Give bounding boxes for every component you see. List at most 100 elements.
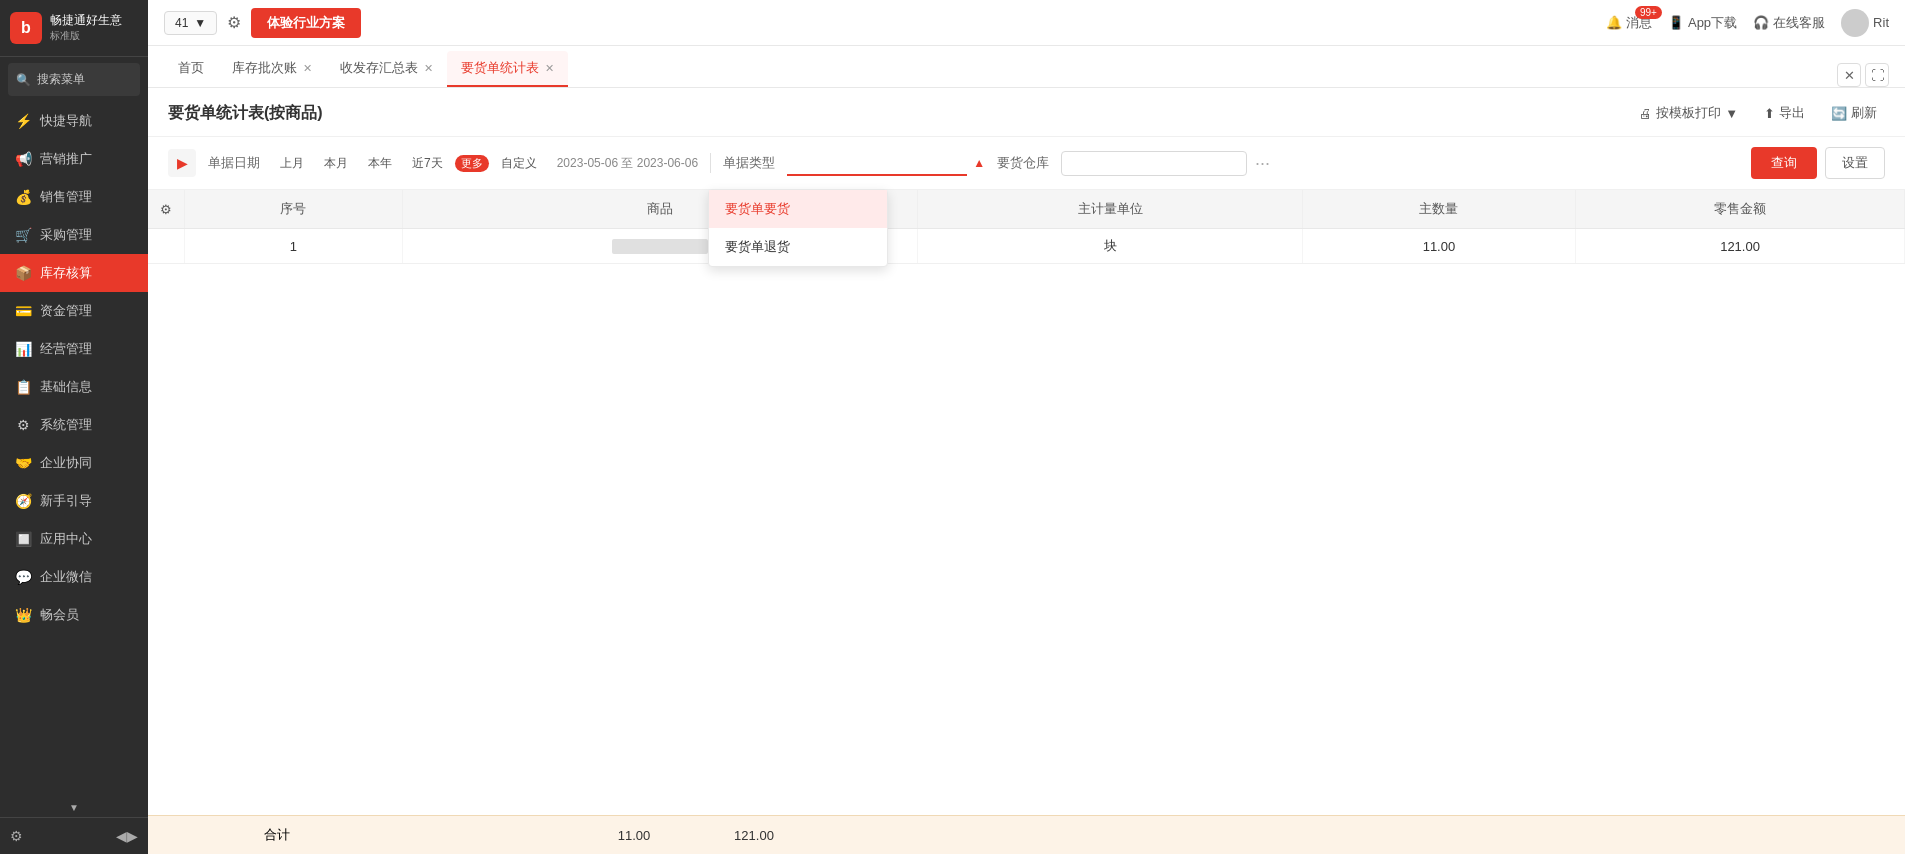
table-footer: 合计 11.00 121.00 (148, 815, 1905, 854)
query-btn[interactable]: 查询 (1751, 147, 1817, 179)
sidebar-nav: ⚡ 快捷导航 📢 营销推广 💰 销售管理 🛒 采购管理 📦 库存核算 💳 资金管… (0, 102, 148, 797)
search-menu-label: 搜索菜单 (37, 71, 85, 88)
page-title: 要货单统计表(按商品) (168, 103, 323, 124)
app-download-btn[interactable]: 📱 App下载 (1668, 14, 1737, 32)
page-header: 要货单统计表(按商品) 🖨 按模板打印 ▼ ⬆ 导出 🔄 刷新 (148, 88, 1905, 137)
phone-icon: 📱 (1668, 15, 1684, 30)
search-menu[interactable]: 🔍 搜索菜单 (8, 63, 140, 96)
sidebar-item-label: 系统管理 (40, 416, 92, 434)
tab-expand-area: ✕ ⛶ (1833, 63, 1889, 87)
date-btn-this-year[interactable]: 本年 (360, 152, 400, 175)
company-dropdown-icon: ▼ (194, 16, 206, 30)
sidebar-item-operation[interactable]: 📊 经营管理 (0, 330, 148, 368)
more-filter-icon[interactable]: ··· (1255, 153, 1270, 174)
sidebar-scroll-down[interactable]: ▼ (0, 797, 148, 817)
sidebar-item-purchase[interactable]: 🛒 采购管理 (0, 216, 148, 254)
export-btn[interactable]: ⬆ 导出 (1756, 100, 1813, 126)
company-number: 41 (175, 16, 188, 30)
company-select[interactable]: 41 ▼ (164, 11, 217, 35)
th-settings[interactable]: ⚙ (148, 190, 185, 229)
sidebar-item-guide[interactable]: 🧭 新手引导 (0, 482, 148, 520)
tab-close-all-btn[interactable]: ✕ (1837, 63, 1861, 87)
tabs-bar: 首页 库存批次账 ✕ 收发存汇总表 ✕ 要货单统计表 ✕ ✕ ⛶ (148, 46, 1905, 88)
dropdown-item-order-return[interactable]: 要货单退货 (709, 228, 887, 266)
th-unit: 主计量单位 (918, 190, 1302, 229)
online-support-btn[interactable]: 🎧 在线客服 (1753, 14, 1825, 32)
sidebar-item-sales[interactable]: 💰 销售管理 (0, 178, 148, 216)
user-name: Rit (1873, 15, 1889, 30)
cooperation-icon: 🤝 (14, 454, 32, 472)
print-label: 按模板打印 (1656, 104, 1721, 122)
sidebar-item-label: 资金管理 (40, 302, 92, 320)
footer-amount: 121.00 (694, 828, 814, 843)
sidebar-item-vip[interactable]: 👑 畅会员 (0, 596, 148, 634)
tab-invoice-summary[interactable]: 收发存汇总表 ✕ (326, 51, 447, 87)
date-btn-custom[interactable]: 自定义 (493, 152, 545, 175)
tab-batch-account-close[interactable]: ✕ (303, 62, 312, 75)
sidebar-item-label: 库存核算 (40, 264, 92, 282)
export-label: 导出 (1779, 104, 1805, 122)
tab-fullscreen-btn[interactable]: ⛶ (1865, 63, 1889, 87)
sidebar-item-label: 基础信息 (40, 378, 92, 396)
messages-btn[interactable]: 🔔 消息 99+ (1606, 14, 1652, 32)
set-btn[interactable]: 设置 (1825, 147, 1885, 179)
tab-home[interactable]: 首页 (164, 51, 218, 87)
sidebar-logo: b 畅捷通好生意 标准版 (0, 0, 148, 57)
dropdown-item-order-in[interactable]: 要货单要货 (709, 190, 887, 228)
sidebar-item-quick-nav[interactable]: ⚡ 快捷导航 (0, 102, 148, 140)
th-quantity: 主数量 (1302, 190, 1575, 229)
sidebar-item-label: 企业协同 (40, 454, 92, 472)
user-menu[interactable]: Rit (1841, 9, 1889, 37)
column-settings-icon[interactable]: ⚙ (160, 202, 172, 217)
basic-info-icon: 📋 (14, 378, 32, 396)
sidebar-item-label: 销售管理 (40, 188, 92, 206)
sidebar-item-label: 经营管理 (40, 340, 92, 358)
warehouse-select-input[interactable] (1061, 151, 1247, 176)
bell-icon: 🔔 (1606, 15, 1622, 30)
date-btn-this-month[interactable]: 本月 (316, 152, 356, 175)
print-btn[interactable]: 🖨 按模板打印 ▼ (1631, 100, 1746, 126)
sidebar-item-basic-info[interactable]: 📋 基础信息 (0, 368, 148, 406)
data-table: ⚙ 序号 商品 主计量单位 主数量 零售金额 1 ██████ ████ 块 (148, 190, 1905, 264)
tab-batch-account[interactable]: 库存批次账 ✕ (218, 51, 326, 87)
date-more-badge[interactable]: 更多 (455, 155, 489, 172)
sidebar-item-system[interactable]: ⚙ 系统管理 (0, 406, 148, 444)
sidebar-item-label: 采购管理 (40, 226, 92, 244)
th-no: 序号 (185, 190, 403, 229)
filter-bar: ▶ 单据日期 上月 本月 本年 近7天 更多 自定义 2023-05-06 至 … (148, 137, 1905, 190)
app-center-icon: 🔲 (14, 530, 32, 548)
sales-icon: 💰 (14, 188, 32, 206)
sidebar-settings-icon[interactable]: ⚙ (10, 828, 23, 844)
refresh-btn[interactable]: 🔄 刷新 (1823, 100, 1885, 126)
sidebar-item-enterprise-wechat[interactable]: 💬 企业微信 (0, 558, 148, 596)
tab-order-stats-close[interactable]: ✕ (545, 62, 554, 75)
tab-order-stats[interactable]: 要货单统计表 ✕ (447, 51, 568, 87)
type-select-arrow[interactable]: ▲ (973, 156, 985, 170)
date-btn-last-7-days[interactable]: 近7天 (404, 152, 451, 175)
table-row: 1 ██████ ████ 块 11.00 121.00 (148, 229, 1905, 264)
sidebar-collapse-icon[interactable]: ◀▶ (116, 828, 138, 844)
sidebar-item-marketing[interactable]: 📢 营销推广 (0, 140, 148, 178)
headset-icon: 🎧 (1753, 15, 1769, 30)
sidebar-item-app-center[interactable]: 🔲 应用中心 (0, 520, 148, 558)
sidebar-item-label: 新手引导 (40, 492, 92, 510)
sidebar-item-cooperation[interactable]: 🤝 企业协同 (0, 444, 148, 482)
print-icon: 🖨 (1639, 106, 1652, 121)
tab-invoice-summary-close[interactable]: ✕ (424, 62, 433, 75)
main-area: 41 ▼ ⚙ 体验行业方案 🔔 消息 99+ 📱 App下载 🎧 在线客服 (148, 0, 1905, 854)
tab-invoice-summary-label: 收发存汇总表 (340, 59, 418, 77)
sidebar-item-label: 快捷导航 (40, 112, 92, 130)
brand-name: 畅捷通好生意 (50, 13, 122, 29)
type-select-wrap: ▲ (787, 151, 985, 176)
sidebar-item-inventory[interactable]: 📦 库存核算 (0, 254, 148, 292)
topbar-settings-icon[interactable]: ⚙ (227, 13, 241, 32)
date-btn-last-month[interactable]: 上月 (272, 152, 312, 175)
type-select-input[interactable] (787, 151, 967, 176)
product-name-blurred: ██████ ████ (612, 239, 708, 254)
trial-btn[interactable]: 体验行业方案 (251, 8, 361, 38)
refresh-label: 刷新 (1851, 104, 1877, 122)
row-amount-cell: 121.00 (1576, 229, 1905, 264)
filter-expand-btn[interactable]: ▶ (168, 149, 196, 177)
sidebar-item-finance[interactable]: 💳 资金管理 (0, 292, 148, 330)
row-settings-cell (148, 229, 185, 264)
